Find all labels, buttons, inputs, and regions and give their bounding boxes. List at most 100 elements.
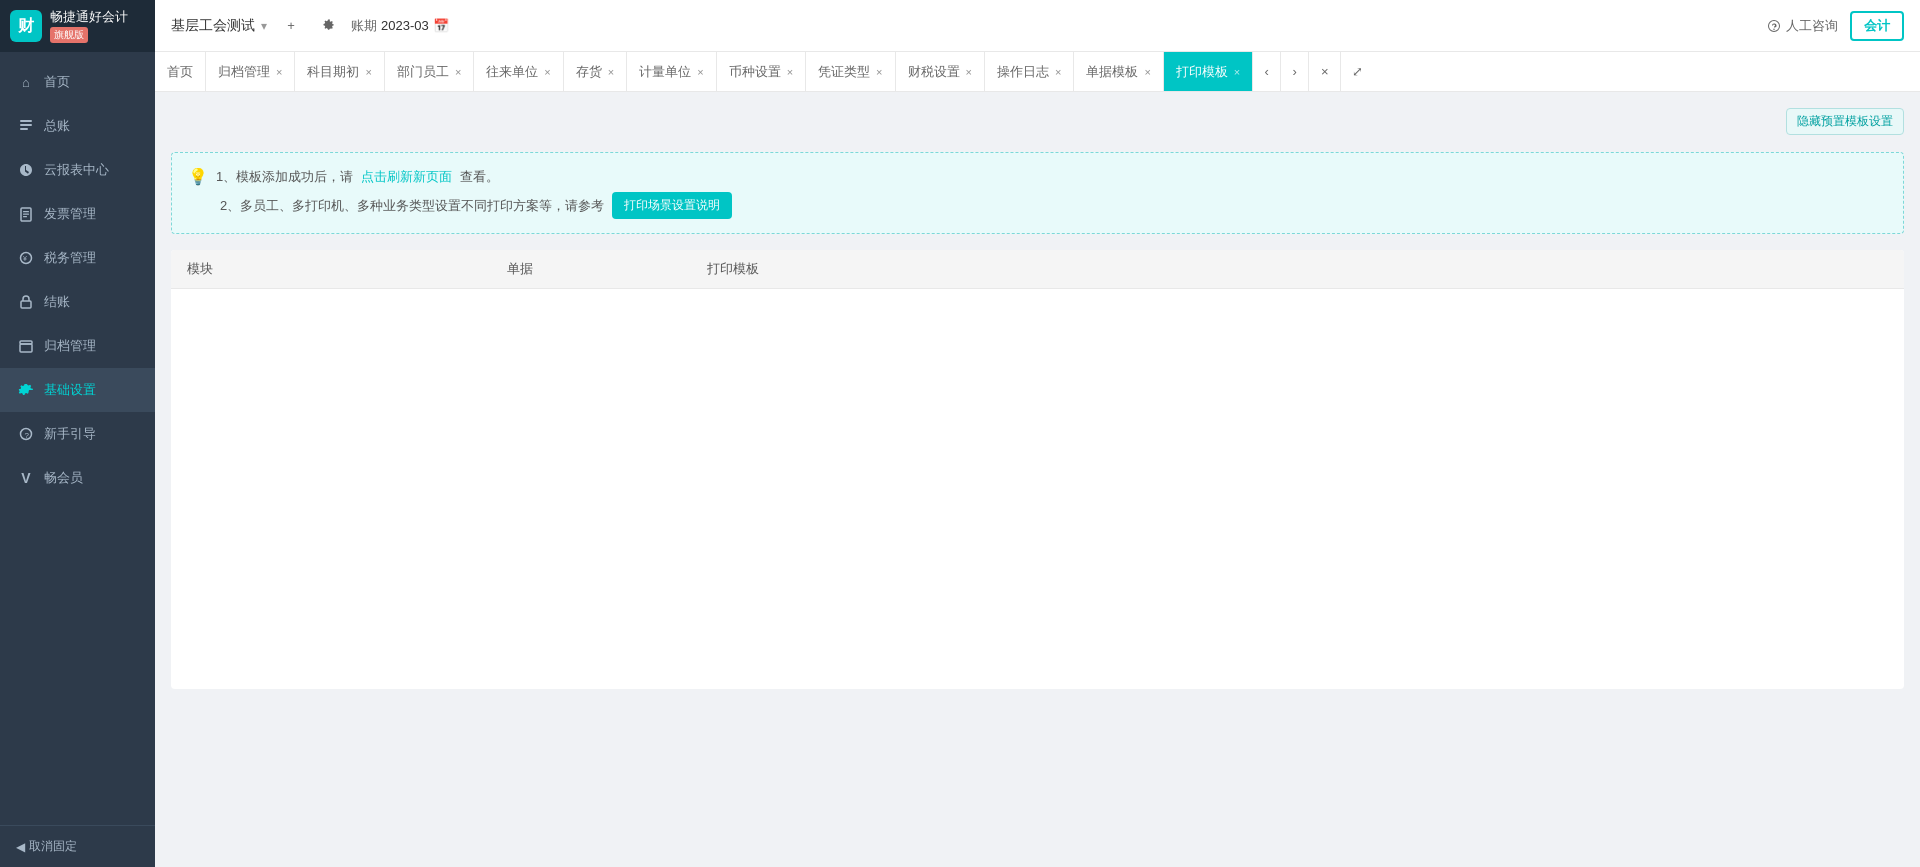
sidebar-item-label: 新手引导 xyxy=(44,425,96,443)
info-line1-suffix: 查看。 xyxy=(460,168,499,186)
sidebar-item-archive[interactable]: 归档管理 xyxy=(0,324,155,368)
sidebar-logo: 财 畅捷通好会计 旗舰版 xyxy=(0,0,155,52)
invoice-icon xyxy=(16,204,36,224)
tab-close-icon[interactable]: × xyxy=(697,66,703,78)
sidebar-item-label: 首页 xyxy=(44,73,70,91)
sidebar-item-label: 税务管理 xyxy=(44,249,96,267)
sidebar-nav: ⌂ 首页 总账 云报表中心 发票管理 ¥ 税务管理 xyxy=(0,52,155,825)
sidebar-item-ledger[interactable]: 总账 xyxy=(0,104,155,148)
tab-label: 操作日志 xyxy=(997,63,1049,81)
add-tab-button[interactable]: + xyxy=(277,12,305,40)
sidebar: 财 畅捷通好会计 旗舰版 ⌂ 首页 总账 云报表中心 发票管理 xyxy=(0,0,155,867)
tab-subject[interactable]: 科目期初 × xyxy=(295,52,384,91)
tab-close-icon[interactable]: × xyxy=(276,66,282,78)
tab-expand-button[interactable]: ⤢ xyxy=(1341,52,1373,91)
tab-next-button[interactable]: › xyxy=(1281,52,1309,91)
print-setting-button[interactable]: 打印场景设置说明 xyxy=(612,192,732,219)
hidden-template-wrapper: 隐藏预置模板设置 xyxy=(171,108,1904,140)
sidebar-item-label: 发票管理 xyxy=(44,205,96,223)
home-icon: ⌂ xyxy=(16,72,36,92)
info-line2-prefix: 2、多员工、多打印机、多种业务类型设置不同打印方案等，请参考 xyxy=(220,197,604,215)
hidden-template-button[interactable]: 隐藏预置模板设置 xyxy=(1786,108,1904,135)
tab-close-icon[interactable]: × xyxy=(365,66,371,78)
archive-icon xyxy=(16,336,36,356)
period-label: 账期 xyxy=(351,17,377,35)
tab-label: 往来单位 xyxy=(486,63,538,81)
header-right: 人工咨询 会计 xyxy=(1766,11,1904,41)
tab-print[interactable]: 打印模板 × xyxy=(1164,52,1253,91)
sidebar-item-guide[interactable]: ? 新手引导 xyxy=(0,412,155,456)
top-header: 基层工会测试 ▾ + 账期 2023-03 📅 人工咨询 会计 xyxy=(155,0,1920,52)
tab-bar: 首页 归档管理 × 科目期初 × 部门员工 × 往来单位 × 存货 × 计量单位… xyxy=(155,52,1920,92)
company-name-area: 基层工会测试 ▾ xyxy=(171,17,267,35)
svg-rect-2 xyxy=(20,128,28,130)
tab-close-icon[interactable]: × xyxy=(455,66,461,78)
sidebar-item-invoice[interactable]: 发票管理 xyxy=(0,192,155,236)
page-content: 隐藏预置模板设置 💡 1、模板添加成功后，请 点击刷新新页面 查看。 2、多员工… xyxy=(155,92,1920,867)
tab-archive[interactable]: 归档管理 × xyxy=(206,52,295,91)
sidebar-item-label: 归档管理 xyxy=(44,337,96,355)
tab-close-icon[interactable]: × xyxy=(787,66,793,78)
tab-stock[interactable]: 存货 × xyxy=(564,52,627,91)
tab-tax-setting[interactable]: 财税设置 × xyxy=(896,52,985,91)
tab-label: 存货 xyxy=(576,63,602,81)
info-box: 💡 1、模板添加成功后，请 点击刷新新页面 查看。 2、多员工、多打印机、多种业… xyxy=(171,152,1904,234)
tab-label: 凭证类型 xyxy=(818,63,870,81)
sidebar-item-close[interactable]: 结账 xyxy=(0,280,155,324)
sidebar-item-label: 畅会员 xyxy=(44,469,83,487)
tab-single[interactable]: 单据模板 × xyxy=(1074,52,1163,91)
kuaiji-button[interactable]: 会计 xyxy=(1850,11,1904,41)
footer-label: 取消固定 xyxy=(29,838,77,855)
tab-currency[interactable]: 币种设置 × xyxy=(717,52,806,91)
logo-icon: 财 xyxy=(10,10,42,42)
tab-close-icon[interactable]: × xyxy=(876,66,882,78)
tab-oplog[interactable]: 操作日志 × xyxy=(985,52,1074,91)
tab-home[interactable]: 首页 xyxy=(155,52,206,91)
tab-unit[interactable]: 计量单位 × xyxy=(627,52,716,91)
period-value: 2023-03 xyxy=(381,18,429,33)
tab-label: 币种设置 xyxy=(729,63,781,81)
footer-arrow-icon: ◀ xyxy=(16,840,25,854)
table-header: 模块 单据 打印模板 xyxy=(171,250,1904,289)
tab-prev-button[interactable]: ‹ xyxy=(1253,52,1281,91)
sidebar-item-label: 云报表中心 xyxy=(44,161,109,179)
logo-badge: 旗舰版 xyxy=(50,27,88,43)
svg-text:¥: ¥ xyxy=(23,255,27,262)
refresh-link[interactable]: 点击刷新新页面 xyxy=(361,168,452,186)
sidebar-item-home[interactable]: ⌂ 首页 xyxy=(0,60,155,104)
tab-voucher[interactable]: 凭证类型 × xyxy=(806,52,895,91)
ledger-icon xyxy=(16,116,36,136)
tab-label: 部门员工 xyxy=(397,63,449,81)
info-line1-prefix: 1、模板添加成功后，请 xyxy=(216,168,353,186)
settings-icon xyxy=(16,380,36,400)
sidebar-item-settings[interactable]: 基础设置 xyxy=(0,368,155,412)
svg-rect-4 xyxy=(23,211,29,212)
tab-close-icon[interactable]: × xyxy=(966,66,972,78)
svg-rect-11 xyxy=(20,341,32,344)
service-button[interactable]: 人工咨询 xyxy=(1766,17,1838,35)
sidebar-item-member[interactable]: V 畅会员 xyxy=(0,456,155,500)
table-container: 模块 单据 打印模板 xyxy=(171,250,1904,689)
svg-rect-10 xyxy=(20,344,32,352)
settings-button[interactable] xyxy=(315,12,343,40)
company-dropdown-icon[interactable]: ▾ xyxy=(261,19,267,33)
tab-close-icon[interactable]: × xyxy=(1234,66,1240,78)
sidebar-item-tax[interactable]: ¥ 税务管理 xyxy=(0,236,155,280)
info-row-1: 💡 1、模板添加成功后，请 点击刷新新页面 查看。 xyxy=(188,167,1887,186)
svg-rect-1 xyxy=(20,124,32,126)
tab-label: 归档管理 xyxy=(218,63,270,81)
tab-close-icon[interactable]: × xyxy=(1144,66,1150,78)
tab-supplier[interactable]: 往来单位 × xyxy=(474,52,563,91)
sidebar-item-reports[interactable]: 云报表中心 xyxy=(0,148,155,192)
tab-dept[interactable]: 部门员工 × xyxy=(385,52,474,91)
tab-close-all-button[interactable]: × xyxy=(1309,52,1341,91)
table-body xyxy=(171,289,1904,689)
calendar-icon[interactable]: 📅 xyxy=(433,18,449,33)
tab-close-icon[interactable]: × xyxy=(1055,66,1061,78)
tab-close-icon[interactable]: × xyxy=(608,66,614,78)
col-single-header: 单据 xyxy=(491,260,691,278)
col-module-header: 模块 xyxy=(171,260,491,278)
sidebar-footer[interactable]: ◀ 取消固定 xyxy=(0,825,155,867)
tab-label: 科目期初 xyxy=(307,63,359,81)
tab-close-icon[interactable]: × xyxy=(544,66,550,78)
